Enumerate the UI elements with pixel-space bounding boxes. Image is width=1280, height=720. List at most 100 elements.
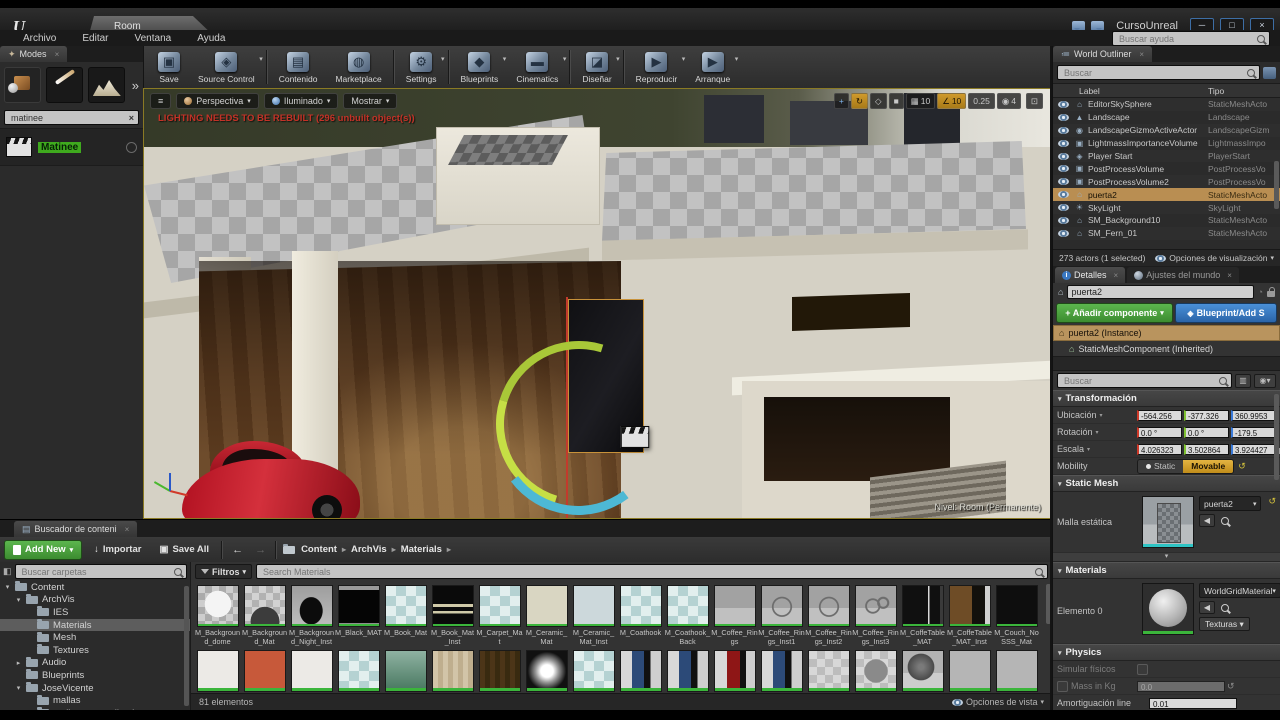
- asset-tile[interactable]: [617, 647, 664, 692]
- outliner-row-sm_fern_01[interactable]: ⌂ SM_Fern_01 StaticMeshActo: [1053, 226, 1280, 240]
- folder-search-input[interactable]: [19, 565, 174, 578]
- use-selected-icon[interactable]: ◀: [1199, 514, 1215, 527]
- add-new-button[interactable]: Add New ▾: [4, 539, 83, 560]
- outliner-row-editorskysphere[interactable]: ⌂ EditorSkySphere StaticMeshActo: [1053, 98, 1280, 111]
- asset-tile-m_background_night_inst[interactable]: M_Background_Night_Inst: [288, 582, 335, 647]
- outliner-row-postprocessvolume[interactable]: ▣ PostProcessVolume PostProcessVo: [1053, 162, 1280, 175]
- asset-tile-m_ceramic_mat[interactable]: M_Ceramic_Mat: [523, 582, 570, 647]
- title-bar[interactable]: U Room CursoUnreal ─ □ ×: [0, 8, 1280, 38]
- eye-icon[interactable]: [1058, 216, 1069, 224]
- asset-tile[interactable]: [476, 647, 523, 692]
- asset-tile[interactable]: [805, 647, 852, 692]
- show-dropdown[interactable]: Mostrar ▾: [343, 93, 398, 109]
- menu-ventana[interactable]: Ventana: [121, 33, 184, 44]
- modes-search-box[interactable]: ×: [4, 110, 139, 125]
- camera-speed-button[interactable]: ◉ 4: [996, 93, 1021, 109]
- scale-x-input[interactable]: 4.026323: [1137, 443, 1182, 455]
- scale-label[interactable]: Escala ▾: [1057, 444, 1137, 454]
- details-scrollbar[interactable]: [1274, 394, 1279, 480]
- translate-tool-button[interactable]: +: [833, 93, 849, 109]
- column-settings-icon[interactable]: ▥: [1235, 373, 1251, 388]
- material-thumbnail[interactable]: [1142, 583, 1194, 635]
- maximize-viewport-button[interactable]: ⊡: [1025, 93, 1043, 109]
- save-all-button[interactable]: ▣ Save All: [153, 544, 215, 555]
- rotation-y-input[interactable]: 0.0 °: [1184, 426, 1229, 438]
- dropdown-caret-icon[interactable]: ▾: [503, 55, 507, 63]
- menu-editar[interactable]: Editar: [69, 33, 121, 44]
- mass-input[interactable]: 0.0: [1137, 680, 1225, 692]
- menu-ayuda[interactable]: Ayuda: [184, 33, 238, 44]
- asset-tile-m_coffee_rings_inst3[interactable]: M_Coffee_Rings_Inst3: [852, 582, 899, 647]
- asset-tile[interactable]: [523, 647, 570, 692]
- collapse-sources-icon[interactable]: ◧: [3, 566, 12, 577]
- asset-tile-m_coffetable_mat_inst[interactable]: M_CoffeTable_MAT_Inst: [946, 582, 993, 647]
- asset-tile-m_coffetable_mat[interactable]: M_CoffeTable_MAT: [899, 582, 946, 647]
- outliner-row-postprocessvolume2[interactable]: ▣ PostProcessVolume2 PostProcessVo: [1053, 175, 1280, 189]
- dropdown-caret-icon[interactable]: ▾: [441, 55, 445, 63]
- level-viewport[interactable]: ≡ Perspectiva ▾ Iluminado ▾ Mostrar ▾ LIGHT…: [143, 88, 1052, 519]
- mode-landscape-button[interactable]: [87, 67, 125, 103]
- toolbar-button-build[interactable]: ◪ ▾ Diseñar: [573, 46, 620, 88]
- folder-item-textures[interactable]: Textures: [0, 644, 190, 657]
- asset-tile[interactable]: [241, 647, 288, 692]
- clear-search-icon[interactable]: ×: [129, 113, 134, 123]
- asset-tile-m_coffee_rings[interactable]: M_Coffee_Rings: [711, 582, 758, 647]
- static-mesh-component-row[interactable]: ⌂ StaticMeshComponent (Inherited): [1053, 341, 1280, 356]
- asset-tile[interactable]: [899, 647, 946, 692]
- outliner-search-input[interactable]: [1062, 66, 1247, 79]
- browse-icon[interactable]: [1221, 603, 1229, 612]
- outliner-row-landscape[interactable]: ▲ Landscape Landscape: [1053, 111, 1280, 124]
- asset-tile[interactable]: [664, 647, 711, 692]
- close-icon[interactable]: ×: [125, 525, 130, 534]
- simulate-physics-checkbox[interactable]: [1137, 663, 1148, 675]
- reset-icon[interactable]: ↺: [1238, 461, 1246, 472]
- red-car-mesh[interactable]: [182, 441, 360, 518]
- folder-item-mallas[interactable]: mallas: [0, 694, 190, 707]
- eye-icon[interactable]: [1058, 229, 1069, 237]
- grid-snap-toggle[interactable]: ▦ 10: [905, 93, 936, 109]
- view-mode-dropdown[interactable]: Iluminado ▾: [263, 93, 339, 109]
- eye-icon[interactable]: [1058, 113, 1069, 121]
- scale-snap-toggle[interactable]: 0.25: [968, 93, 995, 109]
- rotation-label[interactable]: Rotación ▾: [1057, 427, 1137, 437]
- asset-tile-m_black_mat[interactable]: M_Black_MAT: [335, 582, 382, 647]
- help-circle-icon[interactable]: ◔: [1258, 287, 1263, 297]
- tab-world-settings[interactable]: Ajustes del mundo ×: [1127, 267, 1239, 283]
- asset-tile-m_coffee_rings_inst2[interactable]: M_Coffee_Rings_Inst2: [805, 582, 852, 647]
- folder-item-archvis[interactable]: ▾ ArchVis: [0, 593, 190, 607]
- outliner-row-sm_fieldgrass_01[interactable]: ⌂SM_FieldGrass_01StaticMeshActo: [1053, 240, 1280, 241]
- viewport-options-button[interactable]: ≡: [150, 93, 172, 109]
- mobility-static-button[interactable]: Static: [1138, 459, 1184, 473]
- eye-icon[interactable]: [1058, 191, 1069, 199]
- asset-tile[interactable]: [570, 647, 617, 692]
- column-type[interactable]: Tipo: [1208, 86, 1280, 96]
- close-icon[interactable]: ×: [1114, 271, 1119, 280]
- dropdown-caret-icon[interactable]: ▾: [616, 55, 620, 63]
- asset-search-box[interactable]: [256, 564, 1048, 579]
- close-icon[interactable]: ×: [55, 50, 60, 59]
- rotate-tool-button[interactable]: ↻: [850, 93, 869, 109]
- tab-modes[interactable]: ✦ Modes ×: [0, 46, 68, 62]
- asset-tile-m_couch_nosss_mat[interactable]: M_Couch_NoSSS_Mat: [993, 582, 1040, 647]
- outliner-row-landscapegizmoactiveactor[interactable]: ◉ LandscapeGizmoActiveActor LandscapeGizm: [1053, 123, 1280, 137]
- reset-icon[interactable]: ↺: [1268, 496, 1276, 548]
- dropdown-caret-icon[interactable]: ▾: [563, 55, 567, 63]
- folder-item-materials[interactable]: Materials: [0, 618, 190, 632]
- details-search-input[interactable]: [1062, 374, 1219, 387]
- section-physics[interactable]: ▾ Physics: [1053, 644, 1280, 661]
- folder-search-box[interactable]: [14, 564, 187, 579]
- outliner-row-skylight[interactable]: ☀ SkyLight SkyLight: [1053, 201, 1280, 215]
- asset-tile-m_coathook[interactable]: M_Coathook: [617, 582, 664, 647]
- mass-override-checkbox[interactable]: [1057, 680, 1068, 692]
- filters-button[interactable]: Filtros ▾: [195, 564, 253, 579]
- folder-item-ies[interactable]: IES: [0, 606, 190, 619]
- outliner-row-player start[interactable]: ◈ Player Start PlayerStart: [1053, 149, 1280, 163]
- tree-arrow-icon[interactable]: ▸: [15, 659, 22, 667]
- help-search-box[interactable]: [1112, 31, 1270, 46]
- asset-tile-m_coathook_back[interactable]: M_Coathook_Back: [664, 582, 711, 647]
- perspective-dropdown[interactable]: Perspectiva ▾: [176, 93, 259, 109]
- back-button[interactable]: ←: [229, 544, 246, 556]
- mode-paint-button[interactable]: [45, 67, 83, 103]
- asset-tile[interactable]: [335, 647, 382, 692]
- asset-tile[interactable]: [382, 647, 429, 692]
